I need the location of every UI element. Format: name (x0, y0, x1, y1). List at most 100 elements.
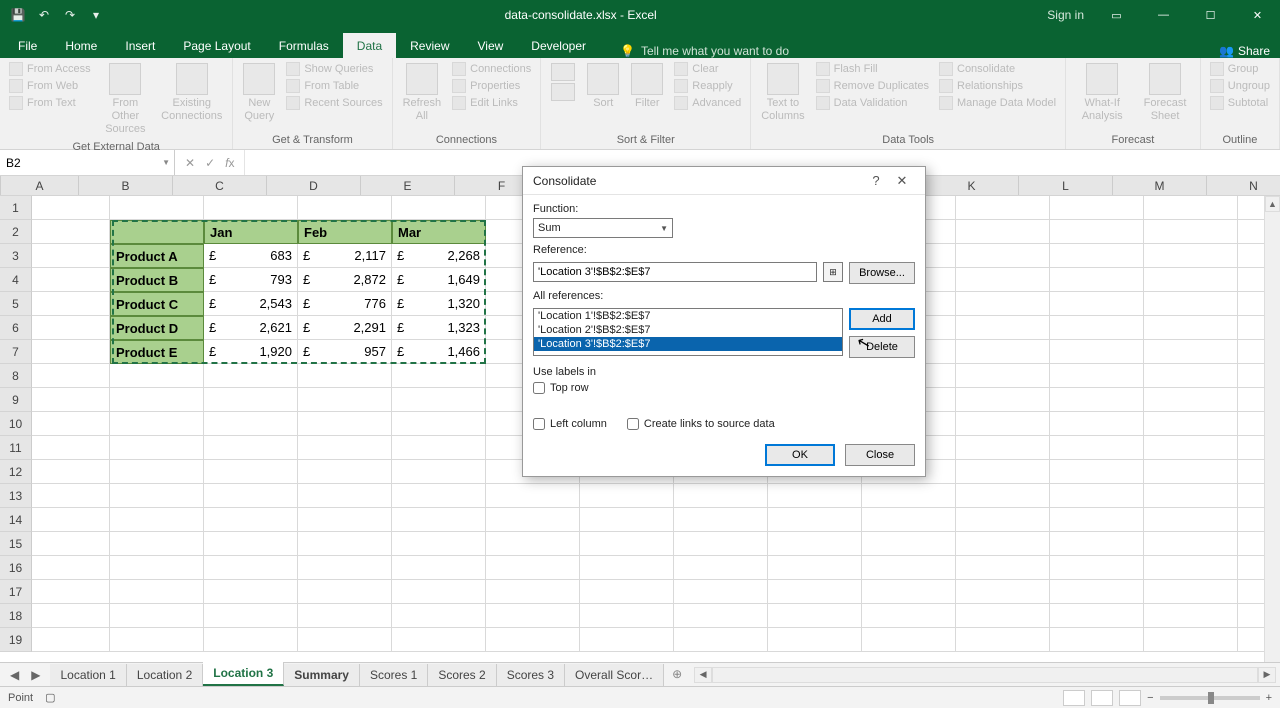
cell[interactable] (486, 556, 580, 580)
scroll-up-icon[interactable]: ▲ (1265, 196, 1280, 212)
cell[interactable] (486, 604, 580, 628)
cell[interactable]: £957 (298, 340, 392, 364)
from-access-button[interactable]: From Access (6, 61, 94, 77)
cell[interactable] (1050, 556, 1144, 580)
cell[interactable] (298, 580, 392, 604)
redo-icon[interactable]: ↷ (60, 5, 80, 25)
cell[interactable] (110, 436, 204, 460)
cell[interactable] (204, 388, 298, 412)
subtotal-button[interactable]: Subtotal (1207, 95, 1273, 111)
cell[interactable]: £1,920 (204, 340, 298, 364)
cell[interactable] (32, 364, 110, 388)
cell[interactable] (110, 220, 204, 244)
row-header[interactable]: 18 (0, 604, 32, 628)
group-button[interactable]: Group (1207, 61, 1273, 77)
cell[interactable] (862, 604, 956, 628)
sort-az-button[interactable] (547, 61, 579, 105)
cell[interactable] (486, 532, 580, 556)
data-validation-button[interactable]: Data Validation (813, 95, 932, 111)
references-listbox[interactable]: 'Location 1'!$B$2:$E$7'Location 2'!$B$2:… (533, 308, 843, 356)
cell[interactable] (204, 436, 298, 460)
sheet-tab[interactable]: Scores 3 (497, 664, 565, 686)
scroll-left-icon[interactable]: ◀ (694, 667, 712, 683)
cell[interactable] (110, 484, 204, 508)
macro-record-icon[interactable]: ▢ (45, 691, 55, 704)
recent-sources-button[interactable]: Recent Sources (283, 95, 385, 111)
row-header[interactable]: 8 (0, 364, 32, 388)
cell[interactable] (862, 532, 956, 556)
cell[interactable] (32, 508, 110, 532)
cell[interactable] (1144, 412, 1238, 436)
row-header[interactable]: 13 (0, 484, 32, 508)
cell[interactable] (110, 556, 204, 580)
cell[interactable] (392, 412, 486, 436)
cell[interactable] (768, 628, 862, 652)
show-queries-button[interactable]: Show Queries (283, 61, 385, 77)
cell[interactable] (1050, 532, 1144, 556)
relationships-button[interactable]: Relationships (936, 78, 1059, 94)
cell[interactable] (1144, 268, 1238, 292)
cell[interactable] (204, 628, 298, 652)
cell[interactable]: £2,621 (204, 316, 298, 340)
cell[interactable] (1050, 460, 1144, 484)
cell[interactable] (580, 604, 674, 628)
cell[interactable] (32, 388, 110, 412)
edit-links-button[interactable]: Edit Links (449, 95, 534, 111)
page-break-view-button[interactable] (1119, 690, 1141, 706)
cell[interactable] (204, 532, 298, 556)
cell[interactable]: £1,466 (392, 340, 486, 364)
cell[interactable] (1144, 604, 1238, 628)
cancel-formula-icon[interactable]: ✕ (185, 156, 195, 170)
cell[interactable] (392, 196, 486, 220)
cell[interactable] (1050, 340, 1144, 364)
cell[interactable]: £2,543 (204, 292, 298, 316)
cell[interactable] (298, 484, 392, 508)
cell[interactable]: Product D (110, 316, 204, 340)
cell[interactable] (298, 436, 392, 460)
zoom-out-button[interactable]: − (1147, 692, 1153, 704)
add-button[interactable]: Add (849, 308, 915, 330)
row-header[interactable]: 15 (0, 532, 32, 556)
cell[interactable] (956, 244, 1050, 268)
cell[interactable] (486, 628, 580, 652)
cell[interactable] (486, 508, 580, 532)
cell[interactable] (1050, 196, 1144, 220)
cell[interactable] (392, 556, 486, 580)
cell[interactable] (1050, 364, 1144, 388)
save-icon[interactable]: 💾 (8, 5, 28, 25)
cell[interactable] (32, 316, 110, 340)
column-header[interactable]: D (267, 176, 361, 195)
cell[interactable] (956, 460, 1050, 484)
column-header[interactable]: K (925, 176, 1019, 195)
top-row-checkbox[interactable] (533, 382, 545, 394)
cell[interactable] (392, 364, 486, 388)
undo-icon[interactable]: ↶ (34, 5, 54, 25)
close-button[interactable]: Close (845, 444, 915, 466)
cell[interactable] (204, 364, 298, 388)
cell[interactable] (392, 628, 486, 652)
cell[interactable]: £1,649 (392, 268, 486, 292)
delete-button[interactable]: Delete (849, 336, 915, 358)
qat-customize-icon[interactable]: ▾ (86, 5, 106, 25)
cell[interactable] (392, 436, 486, 460)
cell[interactable] (32, 532, 110, 556)
sheet-nav-prev-icon[interactable]: ◀ (10, 668, 19, 682)
cell[interactable] (768, 508, 862, 532)
cell[interactable] (956, 412, 1050, 436)
cell[interactable] (1144, 532, 1238, 556)
cell[interactable] (110, 196, 204, 220)
cell[interactable] (298, 196, 392, 220)
cell[interactable]: Mar (392, 220, 486, 244)
cell[interactable] (674, 556, 768, 580)
cell[interactable] (1050, 292, 1144, 316)
row-header[interactable]: 16 (0, 556, 32, 580)
zoom-slider[interactable] (1160, 696, 1260, 700)
cell[interactable] (1144, 484, 1238, 508)
cell[interactable] (298, 364, 392, 388)
cell[interactable] (674, 484, 768, 508)
cell[interactable] (862, 580, 956, 604)
column-header[interactable]: E (361, 176, 455, 195)
cell[interactable] (956, 388, 1050, 412)
cell[interactable] (956, 508, 1050, 532)
cell[interactable]: £793 (204, 268, 298, 292)
